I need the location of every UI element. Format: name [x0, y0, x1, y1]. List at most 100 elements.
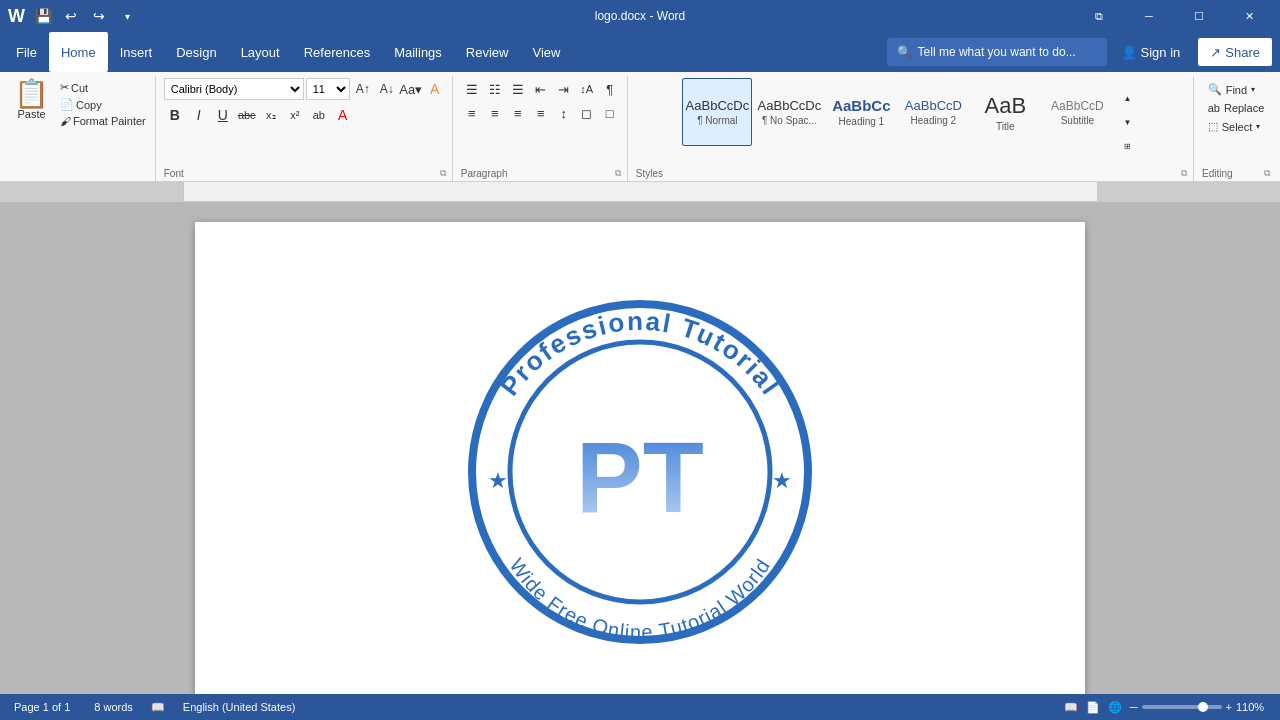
- strikethrough-button[interactable]: abc: [236, 104, 258, 126]
- style-heading1[interactable]: AaBbCc Heading 1: [826, 78, 896, 146]
- show-hide-button[interactable]: ¶: [599, 78, 621, 100]
- align-right-button[interactable]: ≡: [507, 102, 529, 124]
- font-size-select[interactable]: 11: [306, 78, 350, 100]
- zoom-out-button[interactable]: ─: [1130, 701, 1138, 713]
- underline-button[interactable]: U: [212, 104, 234, 126]
- menu-design[interactable]: Design: [164, 32, 228, 72]
- zoom-in-button[interactable]: +: [1226, 701, 1232, 713]
- menu-review[interactable]: Review: [454, 32, 521, 72]
- shading-button[interactable]: ◻: [576, 102, 598, 124]
- web-layout-icon[interactable]: 🌐: [1108, 701, 1122, 714]
- line-spacing-button[interactable]: ↕: [553, 102, 575, 124]
- italic-button[interactable]: I: [188, 104, 210, 126]
- menu-references[interactable]: References: [292, 32, 382, 72]
- paragraph-row1: ☰ ☷ ☰ ⇤ ⇥ ↕A ¶: [461, 78, 621, 100]
- style-heading2[interactable]: AaBbCcD Heading 2: [898, 78, 968, 146]
- customize-quick-access-button[interactable]: ▾: [115, 4, 139, 28]
- page-info[interactable]: Page 1 of 1: [8, 699, 76, 715]
- document-area: ★ ★ PT Professional: [0, 202, 1280, 694]
- editing-group: 🔍 Find ▾ ab Replace ⬚ Select ▾ Editing E…: [1196, 76, 1276, 181]
- minimize-button[interactable]: ─: [1126, 0, 1172, 32]
- numbering-button[interactable]: ☷: [484, 78, 506, 100]
- person-icon: 👤: [1121, 45, 1137, 60]
- multilevel-list-button[interactable]: ☰: [507, 78, 529, 100]
- menu-view[interactable]: View: [520, 32, 572, 72]
- ruler-right-side: [1098, 182, 1280, 201]
- grow-font-button[interactable]: A↑: [352, 78, 374, 100]
- zoom-area: ─ + 110%: [1130, 701, 1272, 713]
- replace-button[interactable]: ab Replace: [1205, 101, 1268, 115]
- align-left-button[interactable]: ≡: [461, 102, 483, 124]
- text-highlight-button[interactable]: ab: [308, 104, 330, 126]
- find-dropdown-icon: ▾: [1251, 85, 1255, 94]
- superscript-button[interactable]: x²: [284, 104, 306, 126]
- menu-home[interactable]: Home: [49, 32, 108, 72]
- editing-expand-button[interactable]: ⧉: [1264, 168, 1270, 179]
- paragraph-expand-button[interactable]: ⧉: [615, 168, 621, 179]
- format-painter-icon: 🖌: [60, 115, 71, 127]
- window-controls: ⧉ ─ ☐ ✕: [1076, 0, 1272, 32]
- styles-expand-dialog-button[interactable]: ⧉: [1181, 168, 1187, 179]
- style-no-spacing[interactable]: AaBbCcDc ¶ No Spac...: [754, 78, 824, 146]
- font-color-button[interactable]: A: [332, 104, 354, 126]
- save-button[interactable]: 💾: [31, 4, 55, 28]
- styles-expand-button[interactable]: ⊞: [1116, 135, 1138, 157]
- menu-file[interactable]: File: [4, 32, 49, 72]
- share-button[interactable]: ↗ Share: [1198, 38, 1272, 66]
- format-painter-button[interactable]: 🖌 Format Painter: [57, 114, 149, 128]
- search-bar[interactable]: 🔍 Tell me what you want to do...: [887, 38, 1107, 66]
- style-no-spacing-label: ¶ No Spac...: [762, 115, 817, 126]
- menu-insert[interactable]: Insert: [108, 32, 165, 72]
- align-center-button[interactable]: ≡: [484, 102, 506, 124]
- ribbon-content: 📋 Paste ✂ Cut 📄 Copy 🖌 Format Painter: [0, 72, 1280, 181]
- menu-mailings[interactable]: Mailings: [382, 32, 454, 72]
- shrink-font-button[interactable]: A↓: [376, 78, 398, 100]
- logo-container[interactable]: ★ ★ PT Professional: [460, 292, 820, 652]
- style-subtitle[interactable]: AaBbCcD Subtitle: [1042, 78, 1112, 146]
- close-button[interactable]: ✕: [1226, 0, 1272, 32]
- menu-layout[interactable]: Layout: [229, 32, 292, 72]
- styles-scroll-down-button[interactable]: ▼: [1116, 111, 1138, 133]
- zoom-slider[interactable]: [1142, 705, 1222, 709]
- language[interactable]: English (United States): [177, 699, 302, 715]
- sort-button[interactable]: ↕A: [576, 78, 598, 100]
- zoom-level[interactable]: 110%: [1236, 701, 1272, 713]
- restore-button[interactable]: ⧉: [1076, 0, 1122, 32]
- sign-in-button[interactable]: 👤 Sign in: [1111, 38, 1191, 66]
- clear-formatting-button[interactable]: A: [424, 78, 446, 100]
- replace-icon: ab: [1208, 102, 1220, 114]
- undo-button[interactable]: ↩: [59, 4, 83, 28]
- increase-indent-button[interactable]: ⇥: [553, 78, 575, 100]
- find-button[interactable]: 🔍 Find ▾: [1205, 82, 1258, 97]
- font-group-label: Font ⧉: [164, 166, 446, 181]
- word-count[interactable]: 8 words: [88, 699, 139, 715]
- cut-button[interactable]: ✂ Cut: [57, 80, 149, 95]
- font-family-select[interactable]: Calibri (Body): [164, 78, 304, 100]
- copy-button[interactable]: 📄 Copy: [57, 97, 149, 112]
- editing-group-label: Editing Editing ⧉: [1202, 166, 1270, 181]
- maximize-button[interactable]: ☐: [1176, 0, 1222, 32]
- search-icon: 🔍: [897, 45, 912, 59]
- decrease-indent-button[interactable]: ⇤: [530, 78, 552, 100]
- redo-button[interactable]: ↪: [87, 4, 111, 28]
- print-layout-icon[interactable]: 📄: [1086, 701, 1100, 714]
- style-normal[interactable]: AaBbCcDc ¶ Normal: [682, 78, 752, 146]
- bold-button[interactable]: B: [164, 104, 186, 126]
- read-mode-icon[interactable]: 📖: [1064, 701, 1078, 714]
- font-group: Calibri (Body) 11 A↑ A↓ Aa▾ A B I U abc …: [158, 76, 453, 181]
- paragraph-group-label: Paragraph ⧉: [461, 166, 621, 181]
- document-page: ★ ★ PT Professional: [195, 222, 1085, 694]
- select-icon: ⬚: [1208, 120, 1218, 133]
- borders-button[interactable]: □: [599, 102, 621, 124]
- change-case-button[interactable]: Aa▾: [400, 78, 422, 100]
- select-button[interactable]: ⬚ Select ▾: [1205, 119, 1264, 134]
- justify-button[interactable]: ≡: [530, 102, 552, 124]
- style-title[interactable]: AaB Title: [970, 78, 1040, 146]
- styles-scroll-up-button[interactable]: ▲: [1116, 87, 1138, 109]
- subscript-button[interactable]: x₂: [260, 104, 282, 126]
- font-expand-button[interactable]: ⧉: [440, 168, 446, 179]
- styles-group: AaBbCcDc ¶ Normal AaBbCcDc ¶ No Spac... …: [630, 76, 1194, 181]
- bullets-button[interactable]: ☰: [461, 78, 483, 100]
- document-scroll-area[interactable]: ★ ★ PT Professional: [0, 202, 1280, 694]
- paste-button[interactable]: 📋 Paste: [10, 78, 53, 122]
